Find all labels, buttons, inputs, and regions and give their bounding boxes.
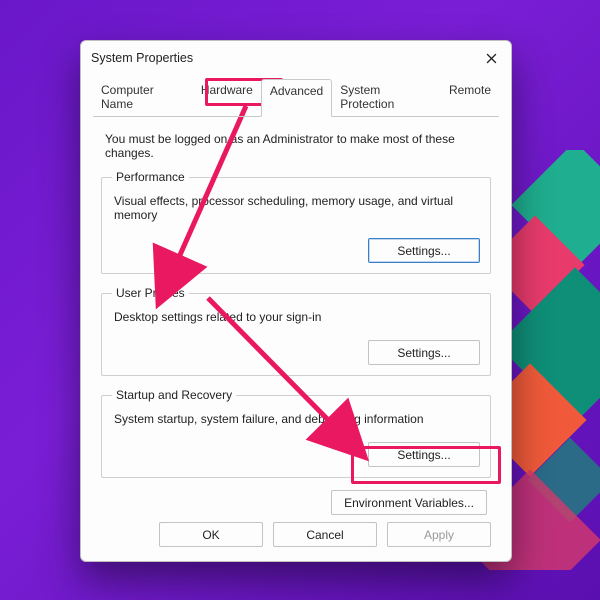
- group-performance: Performance Visual effects, processor sc…: [101, 170, 491, 274]
- dialog-body: You must be logged on as an Administrato…: [81, 118, 511, 515]
- close-icon[interactable]: [481, 48, 501, 68]
- desc-user-profiles: Desktop settings related to your sign-in: [114, 310, 480, 324]
- legend-performance: Performance: [112, 170, 189, 184]
- cancel-button[interactable]: Cancel: [273, 522, 377, 547]
- legend-user-profiles: User Profiles: [112, 286, 189, 300]
- dialog-footer: OK Cancel Apply: [159, 522, 491, 547]
- environment-variables-button[interactable]: Environment Variables...: [331, 490, 487, 515]
- settings-button-startup[interactable]: Settings...: [368, 442, 480, 467]
- desktop-background: System Properties Computer Name Hardware…: [0, 0, 600, 600]
- tab-system-protection[interactable]: System Protection: [332, 79, 441, 117]
- settings-button-user-profiles[interactable]: Settings...: [368, 340, 480, 365]
- title-bar: System Properties: [81, 41, 511, 75]
- settings-button-performance[interactable]: Settings...: [368, 238, 480, 263]
- tab-remote[interactable]: Remote: [441, 79, 499, 117]
- ok-button[interactable]: OK: [159, 522, 263, 547]
- admin-note: You must be logged on as an Administrato…: [105, 132, 491, 160]
- desc-startup-recovery: System startup, system failure, and debu…: [114, 412, 480, 426]
- tab-computer-name[interactable]: Computer Name: [93, 79, 193, 117]
- apply-button: Apply: [387, 522, 491, 547]
- group-startup-recovery: Startup and Recovery System startup, sys…: [101, 388, 491, 478]
- tab-hardware[interactable]: Hardware: [193, 79, 261, 117]
- dialog-title: System Properties: [91, 51, 193, 65]
- tab-advanced[interactable]: Advanced: [261, 79, 332, 117]
- desc-performance: Visual effects, processor scheduling, me…: [114, 194, 480, 222]
- legend-startup-recovery: Startup and Recovery: [112, 388, 236, 402]
- system-properties-dialog: System Properties Computer Name Hardware…: [80, 40, 512, 562]
- group-user-profiles: User Profiles Desktop settings related t…: [101, 286, 491, 376]
- tab-strip: Computer Name Hardware Advanced System P…: [81, 75, 511, 117]
